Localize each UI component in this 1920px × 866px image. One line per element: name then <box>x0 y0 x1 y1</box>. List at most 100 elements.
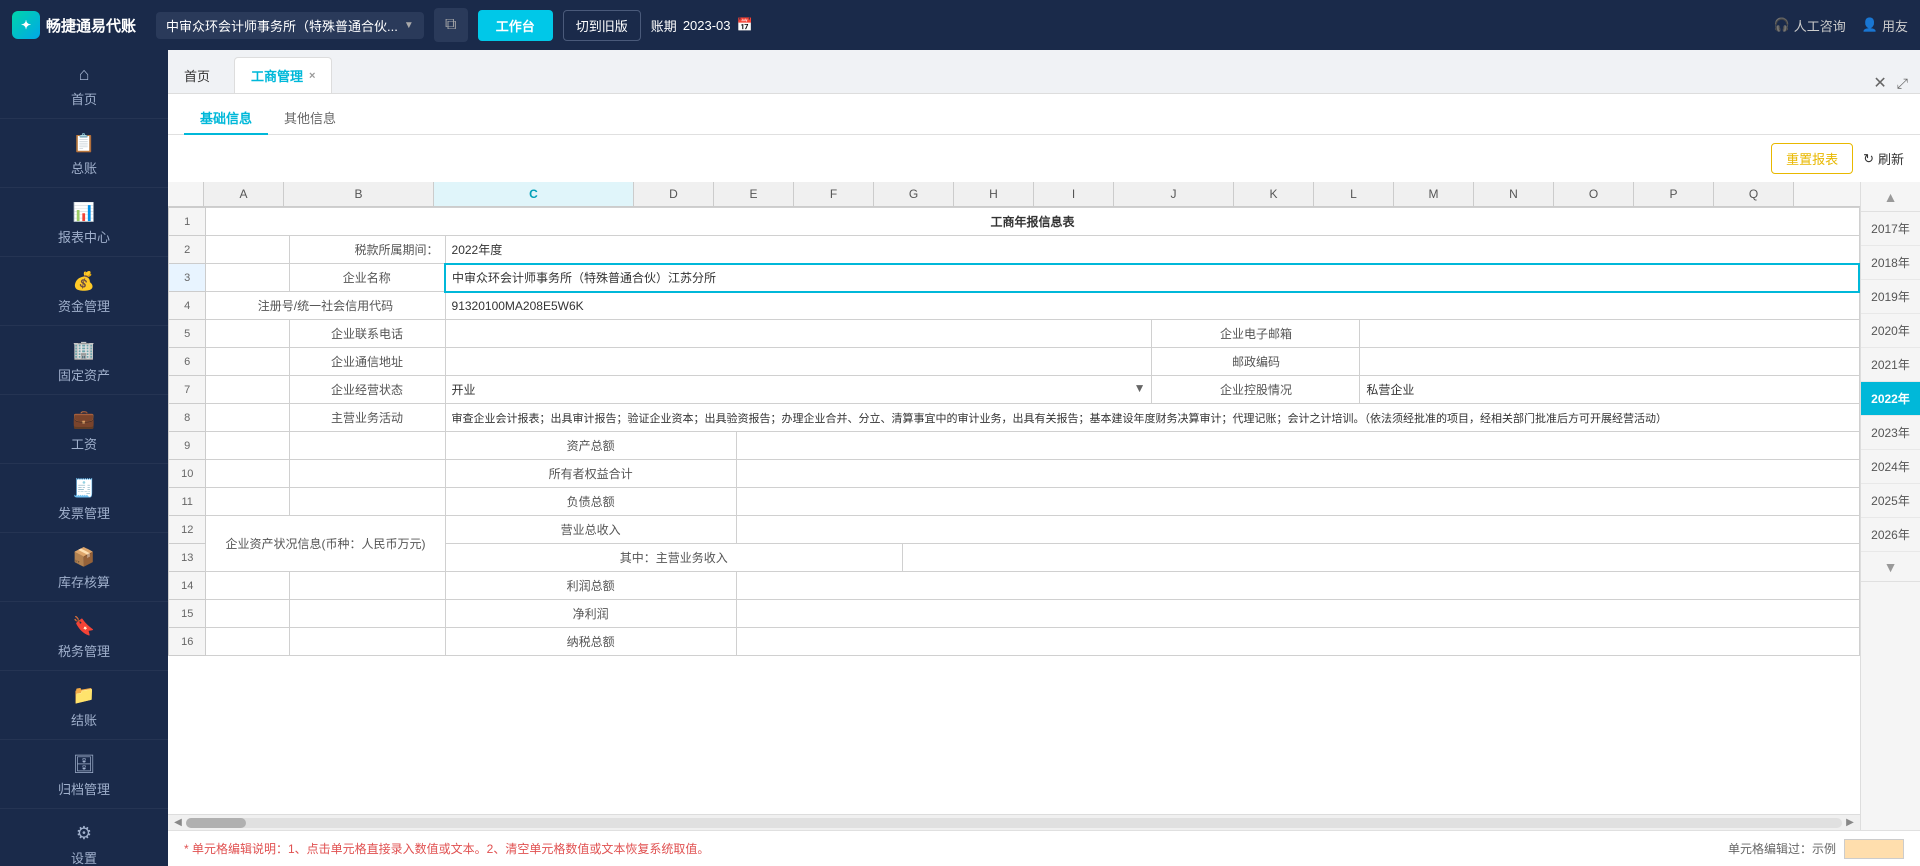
cell-A8[interactable] <box>206 404 289 432</box>
cell-E10[interactable] <box>736 460 1859 488</box>
cell-K5[interactable] <box>1360 320 1859 348</box>
cell-C5[interactable] <box>445 320 1152 348</box>
cell-A6[interactable] <box>206 348 289 376</box>
cell-C7[interactable]: 开业 ▼ <box>445 376 1152 404</box>
row-num: 1 <box>169 208 206 236</box>
scroll-right-arrow[interactable]: ▶ <box>1842 815 1858 831</box>
table-title-cell[interactable]: 工商年报信息表 <box>206 208 1859 236</box>
cell-B14[interactable] <box>289 572 445 600</box>
cell-C2[interactable]: 2022年度 <box>445 236 1859 264</box>
row-num: 13 <box>169 544 206 572</box>
sidebar-item-report-center[interactable]: 📊 报表中心 <box>0 188 168 257</box>
sidebar-item-tax[interactable]: 🔖 税务管理 <box>0 602 168 671</box>
col-header-B: B <box>284 182 434 206</box>
cell-E12[interactable] <box>736 516 1859 544</box>
year-down-button[interactable]: ▼ <box>1861 552 1920 582</box>
sub-tab-basic[interactable]: 基础信息 <box>184 102 268 135</box>
report-icon: 📊 <box>73 202 95 223</box>
year-item-2024[interactable]: 2024年 <box>1861 450 1920 484</box>
year-item-2026[interactable]: 2026年 <box>1861 518 1920 552</box>
app-logo: ✦ 畅捷通易代账 <box>12 11 136 39</box>
row-num: 12 <box>169 516 206 544</box>
sidebar-item-capital[interactable]: 💰 资金管理 <box>0 257 168 326</box>
spreadsheet-table: 1 工商年报信息表 2 税款所属期间： 2022年度 3 <box>168 207 1860 656</box>
sidebar-item-archive[interactable]: 🗄 归档管理 <box>0 740 168 809</box>
h-scroll-thumb[interactable] <box>186 818 246 828</box>
expand-icon[interactable]: ⤢ <box>1897 75 1908 92</box>
year-item-2019[interactable]: 2019年 <box>1861 280 1920 314</box>
sidebar-item-inventory[interactable]: 📦 库存核算 <box>0 533 168 602</box>
sidebar-item-close-account[interactable]: 📁 结账 <box>0 671 168 740</box>
row-num: 7 <box>169 376 206 404</box>
sidebar-item-payroll[interactable]: 💼 工资 <box>0 395 168 464</box>
cell-A14[interactable] <box>206 572 289 600</box>
year-item-2025[interactable]: 2025年 <box>1861 484 1920 518</box>
cell-A2[interactable] <box>206 236 289 264</box>
sidebar-item-general-ledger[interactable]: 📋 总账 <box>0 119 168 188</box>
cell-E11[interactable] <box>736 488 1859 516</box>
year-item-2017[interactable]: 2017年 <box>1861 212 1920 246</box>
tab-close-icon[interactable]: × <box>309 70 315 82</box>
user-menu[interactable]: 👤 用友 <box>1862 16 1908 35</box>
cell-A9[interactable] <box>206 432 289 460</box>
refresh-button[interactable]: ↻ 刷新 <box>1863 149 1904 168</box>
tab-home[interactable]: 首页 <box>168 57 226 93</box>
cell-A10[interactable] <box>206 460 289 488</box>
cell-B11[interactable] <box>289 488 445 516</box>
cell-B9[interactable] <box>289 432 445 460</box>
old-version-button[interactable]: 切到旧版 <box>563 10 641 41</box>
year-item-2022[interactable]: 2022年 <box>1861 382 1920 416</box>
cell-C8[interactable]: 审查企业会计报表；出具审计报告；验证企业资本；出具验资报告；办理企业合并、分立、… <box>445 404 1859 432</box>
close-panel-icon[interactable]: ✕ <box>1873 73 1886 93</box>
cell-A11[interactable] <box>206 488 289 516</box>
table-scroll[interactable]: 1 工商年报信息表 2 税款所属期间： 2022年度 3 <box>168 207 1860 814</box>
year-item-2020[interactable]: 2020年 <box>1861 314 1920 348</box>
cell-C4[interactable]: 91320100MA208E5W6K <box>445 292 1859 320</box>
table-row: 10 所有者权益合计 <box>169 460 1860 488</box>
cell-A16[interactable] <box>206 628 289 656</box>
tab-industrial-commerce[interactable]: 工商管理 × <box>234 57 332 93</box>
year-item-2021[interactable]: 2021年 <box>1861 348 1920 382</box>
cell-E16[interactable] <box>736 628 1859 656</box>
sidebar-item-label: 固定资产 <box>58 365 110 384</box>
cell-K7[interactable]: 私营企业 <box>1360 376 1859 404</box>
year-up-button[interactable]: ▲ <box>1861 182 1920 212</box>
col-header-I: I <box>1034 182 1114 206</box>
workbench-button[interactable]: 工作台 <box>478 10 553 41</box>
sub-tab-other[interactable]: 其他信息 <box>268 102 352 135</box>
year-item-2023[interactable]: 2023年 <box>1861 416 1920 450</box>
help-button[interactable]: 🎧 人工咨询 <box>1774 16 1846 35</box>
sidebar-item-invoice[interactable]: 🧾 发票管理 <box>0 464 168 533</box>
year-item-2018[interactable]: 2018年 <box>1861 246 1920 280</box>
cell-B15[interactable] <box>289 600 445 628</box>
cell-A5[interactable] <box>206 320 289 348</box>
cell-E9[interactable] <box>736 432 1859 460</box>
cell-C6[interactable] <box>445 348 1152 376</box>
sidebar-item-settings[interactable]: ⚙ 设置 <box>0 809 168 866</box>
sidebar-item-fixed-assets[interactable]: 🏢 固定资产 <box>0 326 168 395</box>
h-scroll[interactable]: ◀ ▶ <box>168 814 1860 830</box>
sidebar-item-label: 归档管理 <box>58 779 110 798</box>
cell-E14[interactable] <box>736 572 1859 600</box>
cell-J7: 企业控股情况 <box>1152 376 1360 404</box>
cell-B10[interactable] <box>289 460 445 488</box>
refresh-icon: ↻ <box>1863 151 1874 167</box>
cell-A15[interactable] <box>206 600 289 628</box>
scroll-left-arrow[interactable]: ◀ <box>170 815 186 831</box>
copy-icon[interactable]: ⧉ <box>434 8 468 42</box>
cell-K6[interactable] <box>1360 348 1859 376</box>
cell-J5: 企业电子邮箱 <box>1152 320 1360 348</box>
h-scroll-track[interactable] <box>186 818 1842 828</box>
cell-G13[interactable] <box>902 544 1859 572</box>
calendar-icon[interactable]: 📅 <box>737 17 753 33</box>
company-selector[interactable]: 中审众环会计师事务所（特殊普通合伙... ▼ <box>156 12 424 39</box>
cell-B16[interactable] <box>289 628 445 656</box>
cell-A3[interactable] <box>206 264 289 292</box>
cell-E15[interactable] <box>736 600 1859 628</box>
period-label: 账期 <box>651 16 677 35</box>
cell-C3[interactable]: 中审众环会计师事务所（特殊普通合伙）江苏分所 <box>445 264 1859 292</box>
cell-B5: 企业联系电话 <box>289 320 445 348</box>
reset-report-button[interactable]: 重置报表 <box>1771 143 1853 174</box>
sidebar-item-home[interactable]: ⌂ 首页 <box>0 50 168 119</box>
cell-A7[interactable] <box>206 376 289 404</box>
